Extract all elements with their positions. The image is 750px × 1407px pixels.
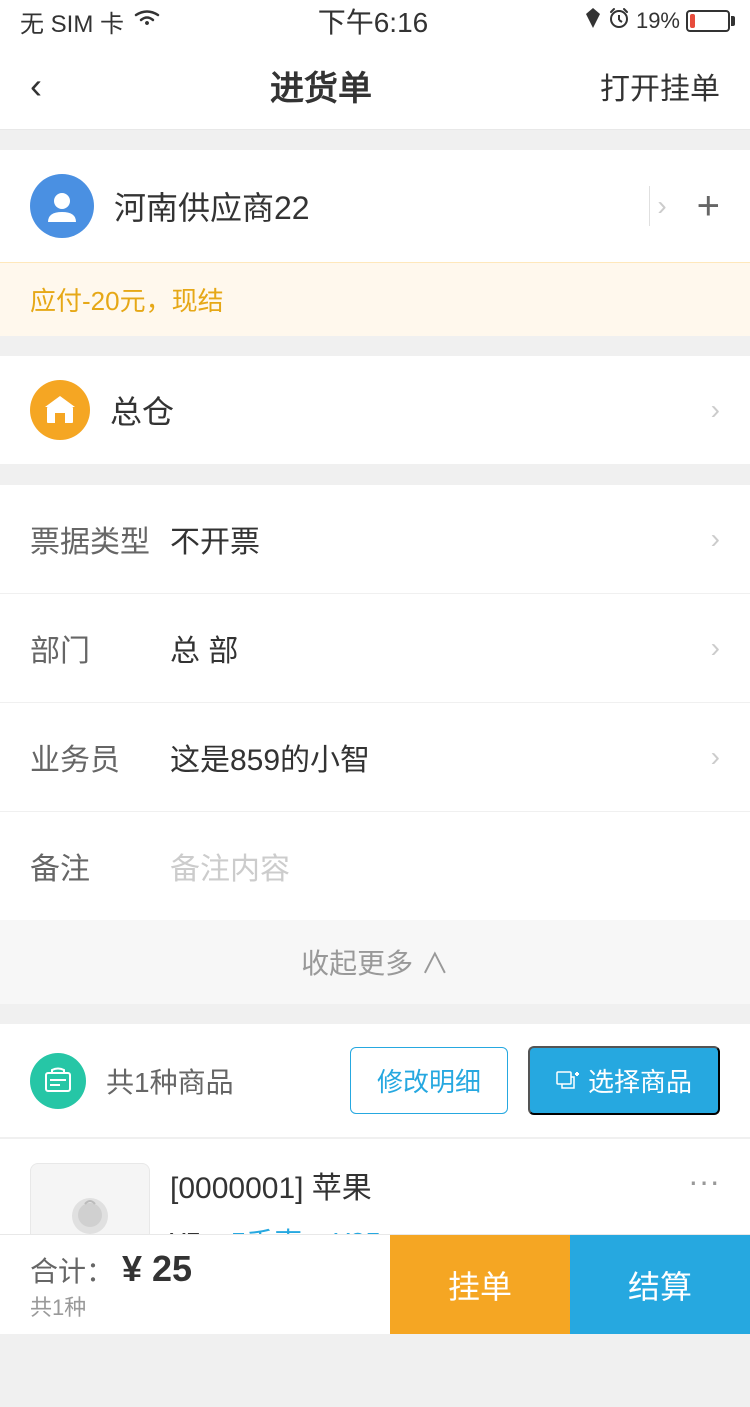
warehouse-icon [30,380,90,440]
carrier-text: 无 SIM 卡 [20,4,124,39]
page-title: 进货单 [270,61,372,110]
total-section: 合计： ¥ 25 共1种 [0,1235,390,1334]
ticket-type-row[interactable]: 票据类型 不开票 › [0,484,750,593]
battery-icon [686,10,730,32]
product-count-text: 共1种商品 [106,1061,330,1101]
battery-fill [690,14,695,28]
hang-button[interactable]: 挂单 [390,1235,570,1334]
ticket-type-label: 票据类型 [30,517,170,561]
product-header: 共1种商品 修改明细 选择商品 [0,1024,750,1137]
bottom-bar: 合计： ¥ 25 共1种 挂单 结算 [0,1234,750,1334]
alarm-icon [608,7,630,35]
product-name: [0000001] 苹果 [170,1163,668,1207]
supplier-chevron-icon: › [657,190,666,222]
department-row[interactable]: 部门 总 部 › [0,593,750,702]
warehouse-row[interactable]: 总仓 › [0,356,750,464]
product-more-button[interactable]: ··· [688,1163,720,1200]
product-code: [0000001] [170,1172,312,1205]
total-label: 合计： [30,1250,114,1290]
top-gap [0,130,750,150]
notice-bar: 应付-20元，现结 [0,262,750,336]
warehouse-name: 总仓 [110,387,711,433]
edit-detail-button[interactable]: 修改明细 [350,1047,508,1114]
product-title: 苹果 [312,1172,372,1205]
gap-1 [0,336,750,356]
nav-bar: ‹ 进货单 打开挂单 [0,42,750,130]
remark-label: 备注 [30,844,170,888]
supplier-avatar [30,174,94,238]
salesman-chevron-icon: › [711,741,720,773]
form-card: 票据类型 不开票 › 部门 总 部 › 业务员 这是859的小智 › 备注 备注… [0,484,750,920]
location-icon [584,7,602,35]
warehouse-card[interactable]: 总仓 › [0,356,750,464]
department-label: 部门 [30,626,170,670]
remark-row[interactable]: 备注 备注内容 [0,811,750,920]
supplier-name: 河南供应商22 [114,183,657,229]
open-hang-button[interactable]: 打开挂单 [600,64,720,108]
product-count-icon [30,1053,86,1109]
gap-2 [0,464,750,484]
settle-button[interactable]: 结算 [570,1235,750,1334]
content: 河南供应商22 › + 应付-20元，现结 总仓 › 票据类型 不开票 [0,130,750,1407]
wifi-icon [132,7,162,36]
collapse-bar[interactable]: 收起更多 ∧ [0,920,750,1004]
back-button[interactable]: ‹ [30,65,42,107]
salesman-value: 这是859的小智 [170,735,711,779]
status-time: 下午6:16 [318,1,429,41]
salesman-label: 业务员 [30,735,170,779]
gap-3 [0,1004,750,1024]
salesman-row[interactable]: 业务员 这是859的小智 › [0,702,750,811]
department-chevron-icon: › [711,632,720,664]
total-count: 共1种 [30,1290,360,1322]
status-bar: 无 SIM 卡 下午6:16 19% [0,0,750,42]
ticket-type-value: 不开票 [170,517,711,561]
department-value: 总 部 [170,626,711,670]
status-right: 19% [584,7,730,35]
warehouse-chevron-icon: › [711,394,720,426]
supplier-card: 河南供应商22 › + 应付-20元，现结 [0,150,750,336]
supplier-divider [649,186,650,226]
ticket-chevron-icon: › [711,523,720,555]
total-amount: ¥ 25 [122,1248,192,1290]
select-product-label: 选择商品 [588,1062,692,1099]
add-button[interactable]: + [667,184,720,229]
remark-placeholder: 备注内容 [170,844,720,888]
supplier-row[interactable]: 河南供应商22 › + [0,150,750,262]
status-left: 无 SIM 卡 [20,4,162,39]
select-product-button[interactable]: 选择商品 [528,1046,720,1115]
battery-percent: 19% [636,8,680,34]
